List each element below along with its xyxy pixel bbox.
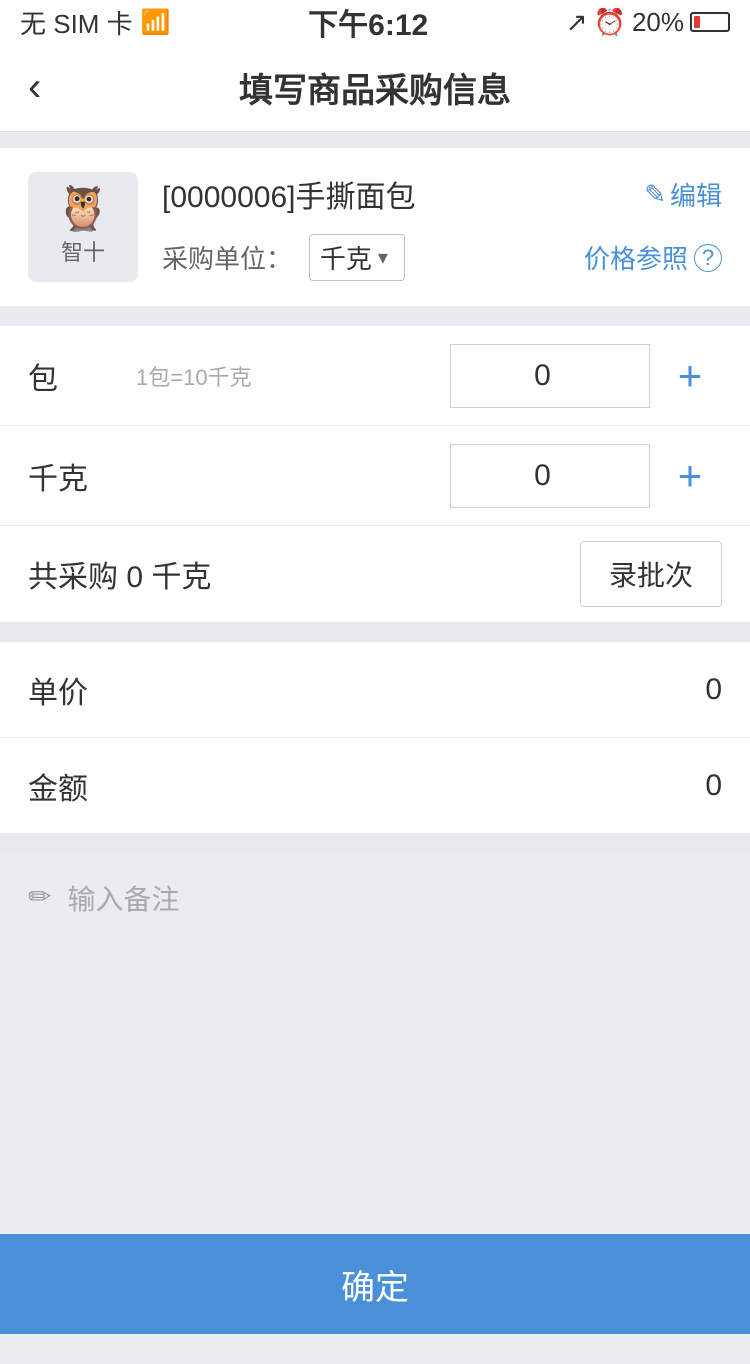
battery-icon: [690, 12, 730, 32]
total-text: 共采购 0 千克: [28, 552, 211, 596]
unit-selector-wrap: 采购单位： 千克 ▾: [162, 234, 405, 281]
no-sim-label: 无 SIM 卡: [20, 4, 133, 41]
unit-price-label: 单价: [28, 668, 88, 712]
bag-row: 包 1包=10千克 +: [0, 326, 750, 426]
amount-label: 金额: [28, 764, 88, 808]
location-icon: ↗: [566, 7, 588, 38]
unit-value: 千克: [320, 239, 372, 276]
remark-section[interactable]: ✏ 输入备注: [0, 854, 750, 974]
unit-select[interactable]: 千克 ▾: [309, 234, 405, 281]
quantity-section: 包 1包=10千克 + 千克 +: [0, 326, 750, 526]
amount-row: 金额 0: [0, 738, 750, 834]
kg-row: 千克 +: [0, 426, 750, 526]
status-left: 无 SIM 卡 📶: [20, 4, 171, 41]
price-ref-label: 价格参照: [584, 239, 688, 276]
product-thumb-label: 智十: [61, 235, 105, 267]
price-ref-q-icon: ?: [694, 244, 722, 272]
status-right: ↗ ⏰ 20%: [566, 7, 730, 38]
kg-label: 千克: [28, 454, 128, 498]
product-thumb-icon: 🦉: [56, 187, 111, 231]
price-ref-button[interactable]: 价格参照 ?: [584, 239, 722, 276]
product-unit-row: 采购单位： 千克 ▾ 价格参照 ?: [162, 234, 722, 281]
section-divider-2: [0, 622, 750, 642]
chevron-down-icon: ▾: [378, 245, 388, 270]
edit-label: 编辑: [670, 176, 722, 213]
section-divider-1: [0, 306, 750, 326]
confirm-button-label: 确定: [341, 1260, 409, 1309]
bag-plus-button[interactable]: +: [658, 344, 722, 408]
section-divider-3: [0, 834, 750, 854]
top-divider: [0, 132, 750, 148]
battery-pct: 20%: [632, 7, 684, 38]
nav-bar: ‹ 填写商品采购信息: [0, 44, 750, 132]
total-row: 共采购 0 千克 录批次: [0, 526, 750, 622]
pencil-icon: ✏: [28, 880, 51, 913]
product-card: 🦉 智十 [0000006]手撕面包 ✎ 编辑 采购单位： 千克 ▾ 价格参照: [0, 148, 750, 306]
back-button[interactable]: ‹: [28, 65, 41, 110]
product-info: [0000006]手撕面包 ✎ 编辑 采购单位： 千克 ▾ 价格参照 ?: [162, 172, 722, 281]
batch-button[interactable]: 录批次: [580, 541, 722, 607]
amount-value: 0: [705, 769, 722, 803]
kg-plus-button[interactable]: +: [658, 444, 722, 508]
status-time: 下午6:12: [308, 0, 428, 44]
bag-quantity-input[interactable]: [450, 344, 650, 408]
plus-icon: +: [678, 352, 703, 400]
unit-label: 采购单位：: [162, 244, 292, 274]
pricing-section: 单价 0 金额 0: [0, 642, 750, 834]
wifi-icon: 📶: [141, 8, 171, 37]
edit-icon: ✎: [644, 179, 666, 210]
product-name: [0000006]手撕面包: [162, 172, 415, 216]
edit-button[interactable]: ✎ 编辑: [644, 176, 722, 213]
product-name-row: [0000006]手撕面包 ✎ 编辑: [162, 172, 722, 216]
status-bar: 无 SIM 卡 📶 下午6:12 ↗ ⏰ 20%: [0, 0, 750, 44]
remark-placeholder: 输入备注: [67, 878, 179, 918]
unit-price-value: 0: [705, 673, 722, 707]
alarm-icon: ⏰: [594, 7, 626, 38]
bag-label: 包: [28, 354, 128, 398]
kg-quantity-input[interactable]: [450, 444, 650, 508]
total-value: 0: [126, 561, 143, 594]
bag-sublabel: 1包=10千克: [136, 360, 252, 392]
page-title: 填写商品采购信息: [239, 63, 511, 112]
plus-icon-2: +: [678, 452, 703, 500]
product-thumbnail: 🦉 智十: [28, 172, 138, 282]
unit-price-row: 单价 0: [0, 642, 750, 738]
confirm-button[interactable]: 确定: [0, 1234, 750, 1334]
